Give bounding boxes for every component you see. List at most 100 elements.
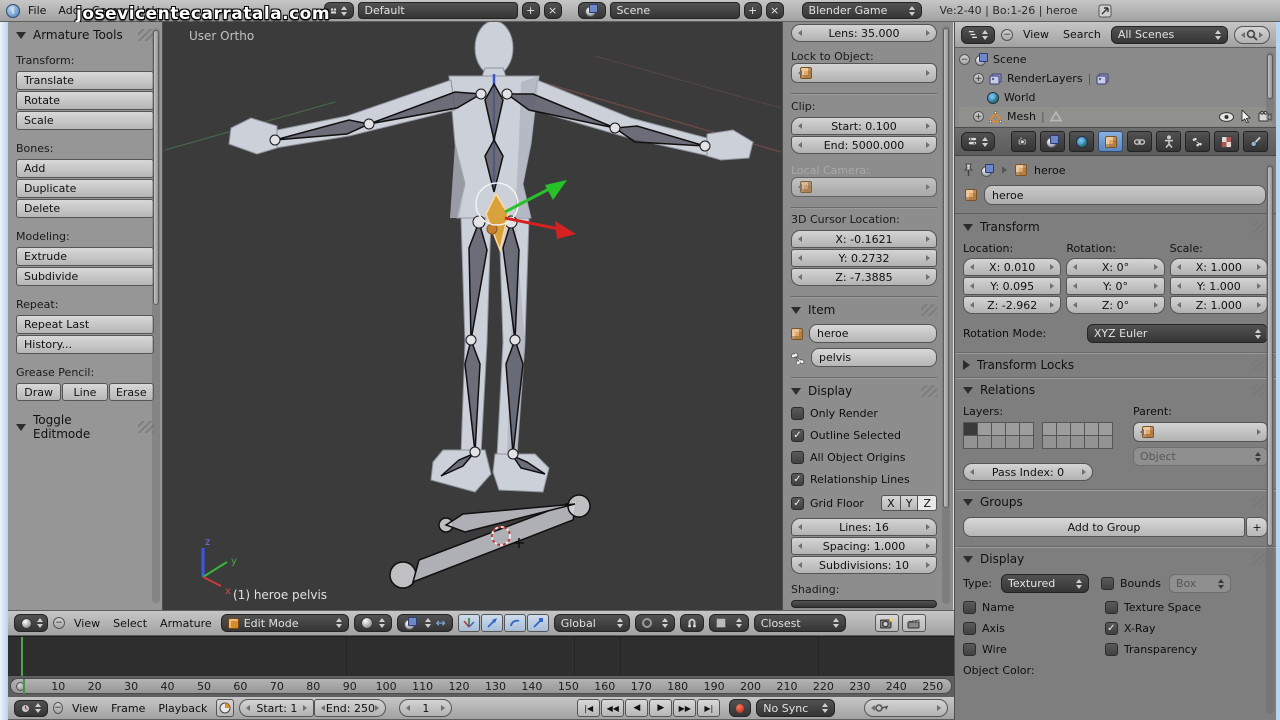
snap-element-select[interactable] xyxy=(708,614,749,632)
collapse-menus-icon[interactable]: − xyxy=(53,617,65,629)
layers-grid-right[interactable] xyxy=(1042,422,1113,449)
location-x-slider[interactable]: X: 0.010 xyxy=(963,258,1062,276)
rotation-x-slider[interactable]: X: 0° xyxy=(1066,258,1165,276)
add-layout-button[interactable]: + xyxy=(521,2,540,19)
add-group-plus-button[interactable]: + xyxy=(1246,517,1268,537)
window-duplicate-icon[interactable] xyxy=(1098,4,1112,18)
outline-selected-checkbox-row[interactable]: ✓ Outline Selected xyxy=(791,429,937,442)
viewport-menu-view[interactable]: View xyxy=(70,617,104,630)
parent-type-select-disabled[interactable]: Object xyxy=(1133,447,1268,466)
record-button[interactable] xyxy=(729,699,752,717)
proportional-edit-select[interactable] xyxy=(634,614,675,632)
cursor-y-slider[interactable]: Y: 0.2732 xyxy=(791,249,937,267)
scale-z-slider[interactable]: Z: 1.000 xyxy=(1169,296,1268,314)
render-animation-icon[interactable] xyxy=(901,614,926,632)
expand-plus-icon[interactable]: + xyxy=(973,73,984,84)
outliner-filter-select[interactable]: All Scenes xyxy=(1110,25,1229,44)
tab-render[interactable] xyxy=(1011,131,1036,152)
xray-checkbox-row[interactable]: ✓ X-Ray xyxy=(1104,622,1268,635)
editor-type-outliner[interactable] xyxy=(961,25,995,44)
collapse-minus-icon[interactable]: − xyxy=(959,54,970,65)
parent-field[interactable] xyxy=(1133,422,1268,442)
checkbox[interactable] xyxy=(1101,577,1114,590)
bounds-type-select-disabled[interactable]: Box xyxy=(1168,574,1231,593)
display-panel-header[interactable]: Display xyxy=(791,384,937,398)
timeline-tracks[interactable] xyxy=(8,636,954,677)
tool-shelf-scrollbar[interactable] xyxy=(152,28,160,603)
checkbox[interactable]: ✓ xyxy=(791,429,804,442)
tab-object-active[interactable] xyxy=(1098,131,1123,152)
timeline-menu-playback[interactable]: Playback xyxy=(154,702,211,715)
properties-scrollbar[interactable] xyxy=(1266,164,1274,714)
timeline-ruler[interactable]: 10 20 30 40 50 60 70 80 90 100 110 120 1… xyxy=(8,676,954,696)
manipulator-x-arrowhead[interactable] xyxy=(555,221,576,239)
timeline-scrollbar[interactable]: 10 20 30 40 50 60 70 80 90 100 110 120 1… xyxy=(10,678,952,694)
checkbox[interactable] xyxy=(963,622,976,635)
checkbox[interactable]: ✓ xyxy=(791,473,804,486)
frame-end-field[interactable]: End: 250 xyxy=(314,699,387,717)
close-layout-button[interactable]: × xyxy=(543,2,562,19)
object-name-field[interactable]: heroe xyxy=(984,185,1266,205)
outliner-search-button[interactable] xyxy=(1234,25,1270,44)
manipulator-y-arrowhead[interactable] xyxy=(545,180,567,200)
outliner-menu-view[interactable]: View xyxy=(1019,28,1053,41)
bounds-checkbox-row[interactable]: Bounds xyxy=(1101,577,1161,590)
tab-physics[interactable] xyxy=(1214,131,1239,152)
gp-erase-button[interactable]: Erase xyxy=(108,383,154,401)
selectability-cursor-icon[interactable] xyxy=(1241,110,1251,123)
location-z-slider[interactable]: Z: -2.962 xyxy=(963,296,1062,314)
play-button[interactable]: ▶ xyxy=(649,699,673,717)
checkbox[interactable] xyxy=(963,643,976,656)
editor-type-properties[interactable] xyxy=(961,132,995,151)
axis-checkbox-row[interactable]: Axis xyxy=(963,622,1105,635)
breadcrumb-scene-icon[interactable] xyxy=(981,163,994,177)
panel-drag-icon[interactable] xyxy=(921,304,937,316)
current-frame-line[interactable] xyxy=(21,637,23,677)
shading-dropdown-clipped[interactable] xyxy=(791,600,937,608)
gp-draw-button[interactable]: Draw xyxy=(16,383,62,401)
rotation-mode-select[interactable]: XYZ Euler xyxy=(1086,324,1268,343)
current-frame-field[interactable]: 1 xyxy=(399,699,453,717)
timeline-menu-frame[interactable]: Frame xyxy=(107,702,149,715)
editor-type-timeline[interactable] xyxy=(14,699,48,717)
play-reverse-button[interactable]: ◀ xyxy=(625,699,649,717)
item-panel-header[interactable]: Item xyxy=(791,303,937,317)
rotation-z-slider[interactable]: Z: 0° xyxy=(1066,296,1165,314)
collapse-menus-icon[interactable]: − xyxy=(53,702,63,714)
outliner-row-renderlayers[interactable]: + RenderLayers | xyxy=(959,69,1272,88)
menu-file[interactable]: File xyxy=(24,4,50,17)
breadcrumb-object-name[interactable]: heroe xyxy=(1034,164,1066,177)
manipulator-tripod-button[interactable] xyxy=(457,614,480,632)
extrude-button[interactable]: Extrude xyxy=(16,247,154,266)
clip-end-slider[interactable]: End: 5000.000 xyxy=(791,136,937,154)
checkbox[interactable] xyxy=(1104,601,1118,614)
jump-to-start-button[interactable]: |◀ xyxy=(577,699,601,717)
texture-space-checkbox-row[interactable]: Texture Space xyxy=(1104,601,1268,614)
display-type-select[interactable]: Textured xyxy=(1001,574,1089,593)
pin-icon[interactable] xyxy=(963,163,974,177)
rotate-button[interactable]: Rotate xyxy=(16,91,154,110)
scene-select[interactable]: Scene xyxy=(609,2,740,19)
grid-subdivisions-slider[interactable]: Subdivisions: 10 xyxy=(791,556,937,574)
manipulator-rotate-button[interactable] xyxy=(503,614,526,632)
blender-info-icon[interactable]: i xyxy=(6,3,20,18)
viewport-menu-select[interactable]: Select xyxy=(109,617,151,630)
shading-select[interactable] xyxy=(353,614,392,632)
tab-bone[interactable] xyxy=(1185,131,1210,152)
timeline-menu-view[interactable]: View xyxy=(68,702,102,715)
history-button[interactable]: History... xyxy=(16,335,154,354)
grid-axis-y-toggle[interactable]: Y xyxy=(900,495,919,511)
item-bone-name-field[interactable]: pelvis xyxy=(811,348,937,367)
armature-tools-panel-header[interactable]: Armature Tools xyxy=(16,28,154,42)
relationship-lines-checkbox-row[interactable]: ✓ Relationship Lines xyxy=(791,473,937,486)
cursor-z-slider[interactable]: Z: -7.3885 xyxy=(791,268,937,286)
breadcrumb-object-icon[interactable] xyxy=(1015,164,1027,176)
duplicate-bone-button[interactable]: Duplicate xyxy=(16,179,154,198)
item-object-name-field[interactable]: heroe xyxy=(809,324,937,343)
pivot-point-select[interactable]: ↔ xyxy=(396,614,453,632)
tab-modifiers[interactable] xyxy=(1243,131,1268,152)
scale-x-slider[interactable]: X: 1.000 xyxy=(1169,258,1268,276)
add-to-group-button[interactable]: Add to Group xyxy=(963,517,1245,537)
tab-world[interactable] xyxy=(1069,131,1094,152)
add-scene-button[interactable]: + xyxy=(743,2,762,19)
